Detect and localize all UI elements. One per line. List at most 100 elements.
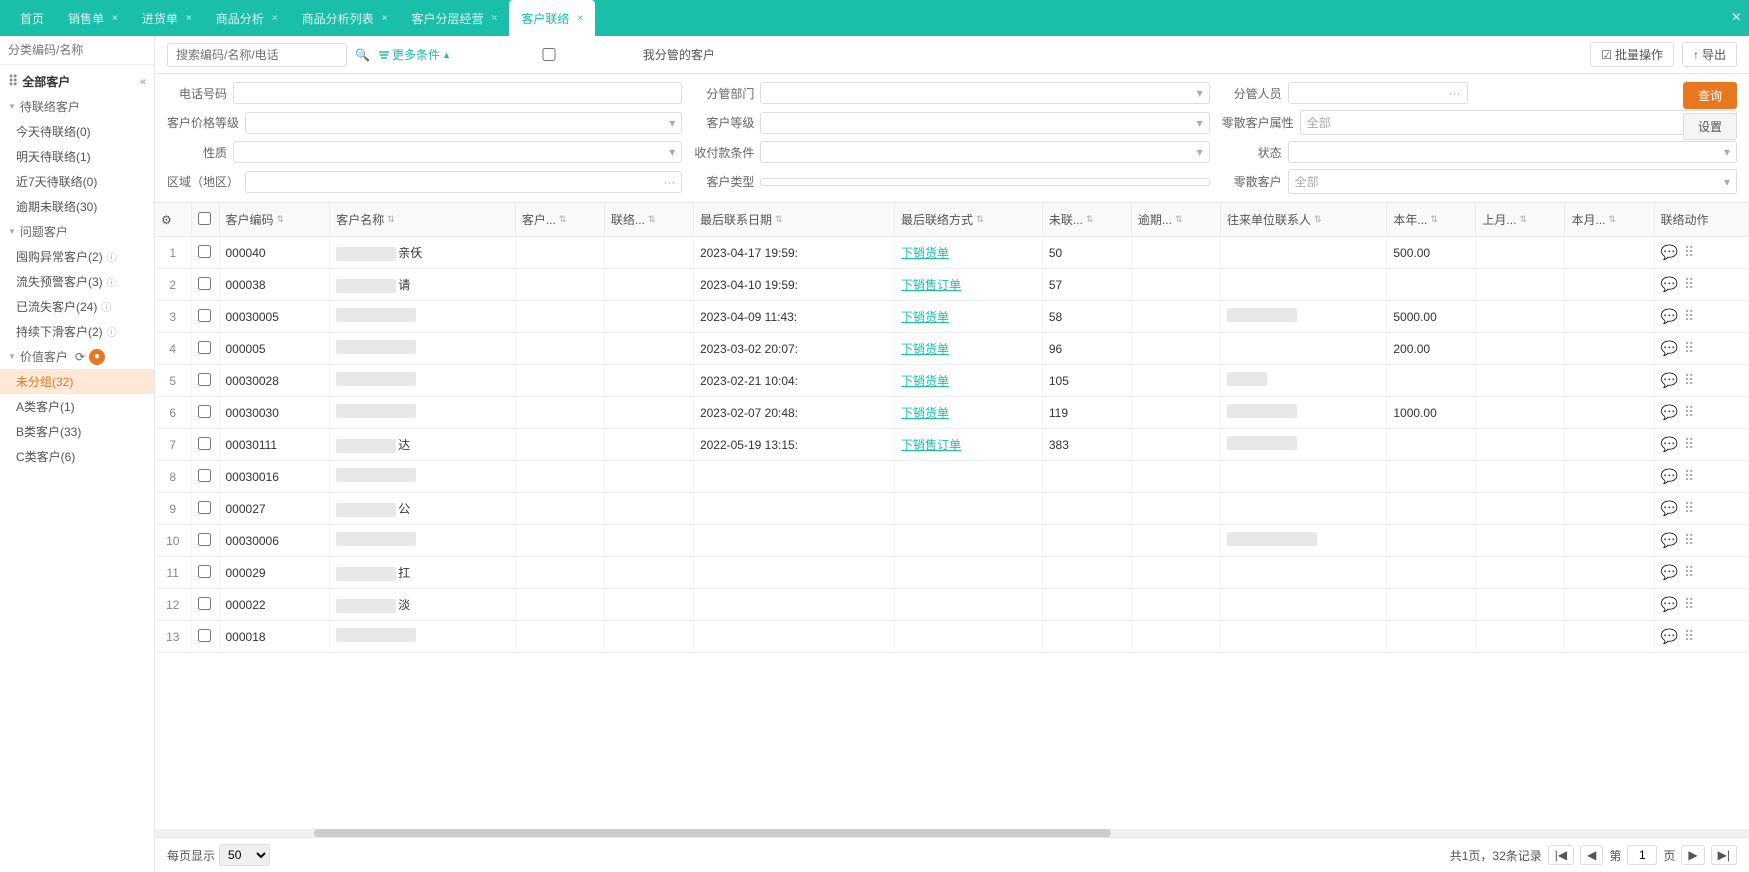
row-checkbox[interactable] xyxy=(198,533,211,546)
chat-icon[interactable]: 💬 xyxy=(1661,372,1678,389)
contact-method-link[interactable]: 下销货单 xyxy=(901,310,949,324)
sort-contact-icon[interactable]: ⇅ xyxy=(648,214,656,225)
chat-icon[interactable]: 💬 xyxy=(1661,276,1678,293)
sidebar-item-warning[interactable]: 流失预警客户(3) ⓘ xyxy=(0,269,154,294)
search-input[interactable] xyxy=(167,43,347,67)
gender-select[interactable]: ▾ xyxy=(233,141,682,163)
chat-icon[interactable]: 💬 xyxy=(1661,308,1678,325)
tab-sales[interactable]: 销售单 × xyxy=(56,0,130,36)
tab-goods-analysis-list[interactable]: 商品分析列表 × xyxy=(290,0,400,36)
sort-method-icon[interactable]: ⇅ xyxy=(976,214,984,225)
dept-select[interactable]: ▾ xyxy=(760,82,1209,104)
price-level-select[interactable]: ▾ xyxy=(245,112,682,134)
chat-icon[interactable]: 💬 xyxy=(1661,500,1678,517)
sidebar-item-today[interactable]: 今天待联络(0) xyxy=(0,119,154,144)
sidebar-item-lost[interactable]: 已流失客户(24) ⓘ xyxy=(0,294,154,319)
sidebar-item-tomorrow[interactable]: 明天待联络(1) xyxy=(0,144,154,169)
row-checkbox[interactable] xyxy=(198,437,211,450)
chat-icon[interactable]: 💬 xyxy=(1661,340,1678,357)
settings-icon[interactable]: ⚙ xyxy=(161,213,172,227)
sort-name-icon[interactable]: ⇅ xyxy=(387,214,395,225)
customer-level-select[interactable]: ▾ xyxy=(760,112,1209,134)
grid-icon[interactable]: ⠿ xyxy=(1684,404,1694,421)
chat-icon[interactable]: 💬 xyxy=(1661,596,1678,613)
chat-icon[interactable]: 💬 xyxy=(1661,532,1678,549)
sort-date-icon[interactable]: ⇅ xyxy=(775,214,783,225)
sidebar-item-declining[interactable]: 持续下滑客户(2) ⓘ xyxy=(0,319,154,344)
sidebar-item-overdue[interactable]: 逾期未联络(30) xyxy=(0,194,154,219)
query-btn[interactable]: 查询 xyxy=(1683,82,1737,109)
contact-method-link[interactable]: 下销货单 xyxy=(901,374,949,388)
region-select[interactable]: ··· xyxy=(245,171,682,193)
contact-method-link[interactable]: 下销货单 xyxy=(901,342,949,356)
first-page-btn[interactable]: |◀ xyxy=(1548,845,1574,865)
sidebar-group-value[interactable]: ▼ 价值客户 ⟳ ● xyxy=(0,344,154,369)
grid-icon[interactable]: ⠿ xyxy=(1684,436,1694,453)
reset-btn[interactable]: 设置 xyxy=(1683,113,1737,140)
sidebar-item-b[interactable]: B类客户(33) xyxy=(0,419,154,444)
row-checkbox[interactable] xyxy=(198,597,211,610)
chat-icon[interactable]: 💬 xyxy=(1661,436,1678,453)
chat-icon[interactable]: 💬 xyxy=(1661,564,1678,581)
tab-goods-analysis-close[interactable]: × xyxy=(272,13,278,24)
sort-icon[interactable]: ⇅ xyxy=(277,214,285,225)
last-page-btn[interactable]: ▶| xyxy=(1711,845,1737,865)
person-select[interactable]: ··· xyxy=(1288,82,1468,104)
sort-ctype-icon[interactable]: ⇅ xyxy=(559,214,567,225)
export-btn[interactable]: ↑ 导出 xyxy=(1682,42,1737,67)
sort-contacts-icon[interactable]: ⇅ xyxy=(1314,214,1322,225)
refresh-icon[interactable]: ⟳ xyxy=(75,350,85,364)
customer-type-select[interactable] xyxy=(760,178,1209,186)
row-checkbox[interactable] xyxy=(198,629,211,642)
grid-icon[interactable]: ⠿ xyxy=(1684,244,1694,261)
sidebar-search-input[interactable] xyxy=(8,43,155,57)
chat-icon[interactable]: 💬 xyxy=(1661,628,1678,645)
status-select[interactable]: ▾ xyxy=(1288,141,1737,163)
sidebar-collapse-btn[interactable]: « xyxy=(140,76,146,88)
retail-customer-select[interactable]: 全部 ▾ xyxy=(1288,169,1737,194)
tab-customer-contact[interactable]: 客户联络 × xyxy=(509,0,595,36)
per-page-select[interactable]: 50 20 100 xyxy=(219,844,270,866)
row-checkbox[interactable] xyxy=(198,373,211,386)
grid-icon[interactable]: ⠿ xyxy=(1684,628,1694,645)
batch-ops-btn[interactable]: ☑ 批量操作 xyxy=(1590,42,1674,67)
sidebar-group-problem[interactable]: ▼ 问题客户 xyxy=(0,219,154,244)
sort-overdue-icon[interactable]: ⇅ xyxy=(1175,214,1183,225)
my-customers-checkbox[interactable] xyxy=(459,48,639,61)
horizontal-scrollbar[interactable] xyxy=(155,829,1749,837)
row-checkbox[interactable] xyxy=(198,469,211,482)
prev-page-btn[interactable]: ◀ xyxy=(1580,845,1603,865)
tab-goods-analysis[interactable]: 商品分析 × xyxy=(204,0,290,36)
row-checkbox[interactable] xyxy=(198,341,211,354)
tab-customer-segment[interactable]: 客户分层经营 × xyxy=(399,0,509,36)
sidebar-item-7days[interactable]: 近7天待联络(0) xyxy=(0,169,154,194)
sidebar-group-pending[interactable]: ▼ 待联络客户 xyxy=(0,94,154,119)
payment-select[interactable]: ▾ xyxy=(760,141,1209,163)
contact-method-link[interactable]: 下销售订单 xyxy=(901,438,961,452)
scrollbar-thumb[interactable] xyxy=(314,829,1111,837)
sort-cmonth-icon[interactable]: ⇅ xyxy=(1608,214,1616,225)
my-customers-checkbox-label[interactable]: 我分管的客户 xyxy=(459,46,715,63)
tab-home[interactable]: 首页 xyxy=(8,0,56,36)
grid-icon[interactable]: ⠿ xyxy=(1684,596,1694,613)
sidebar-item-abnormal[interactable]: 囤购异常客户(2) ⓘ xyxy=(0,244,154,269)
select-all-checkbox[interactable] xyxy=(198,212,211,225)
grid-icon[interactable]: ⠿ xyxy=(1684,564,1694,581)
contact-method-link[interactable]: 下销货单 xyxy=(901,406,949,420)
sidebar-item-ungroup[interactable]: 未分组(32) xyxy=(0,369,154,394)
tab-customer-segment-close[interactable]: × xyxy=(491,13,497,24)
tab-goods-analysis-list-close[interactable]: × xyxy=(382,13,388,24)
search-btn[interactable]: 🔍 xyxy=(355,48,370,62)
sort-year-icon[interactable]: ⇅ xyxy=(1430,214,1438,225)
contact-method-link[interactable]: 下销售订单 xyxy=(901,278,961,292)
main-close-btn[interactable]: × xyxy=(1732,9,1741,27)
chat-icon[interactable]: 💬 xyxy=(1661,468,1678,485)
tab-purchase[interactable]: 进货单 × xyxy=(130,0,204,36)
sidebar-item-a[interactable]: A类客户(1) xyxy=(0,394,154,419)
grid-icon[interactable]: ⠿ xyxy=(1684,276,1694,293)
th-settings[interactable]: ⚙ xyxy=(155,203,191,237)
grid-icon[interactable]: ⠿ xyxy=(1684,468,1694,485)
chat-icon[interactable]: 💬 xyxy=(1661,404,1678,421)
tab-customer-contact-close[interactable]: × xyxy=(577,13,583,24)
sort-lmonth-icon[interactable]: ⇅ xyxy=(1519,214,1527,225)
